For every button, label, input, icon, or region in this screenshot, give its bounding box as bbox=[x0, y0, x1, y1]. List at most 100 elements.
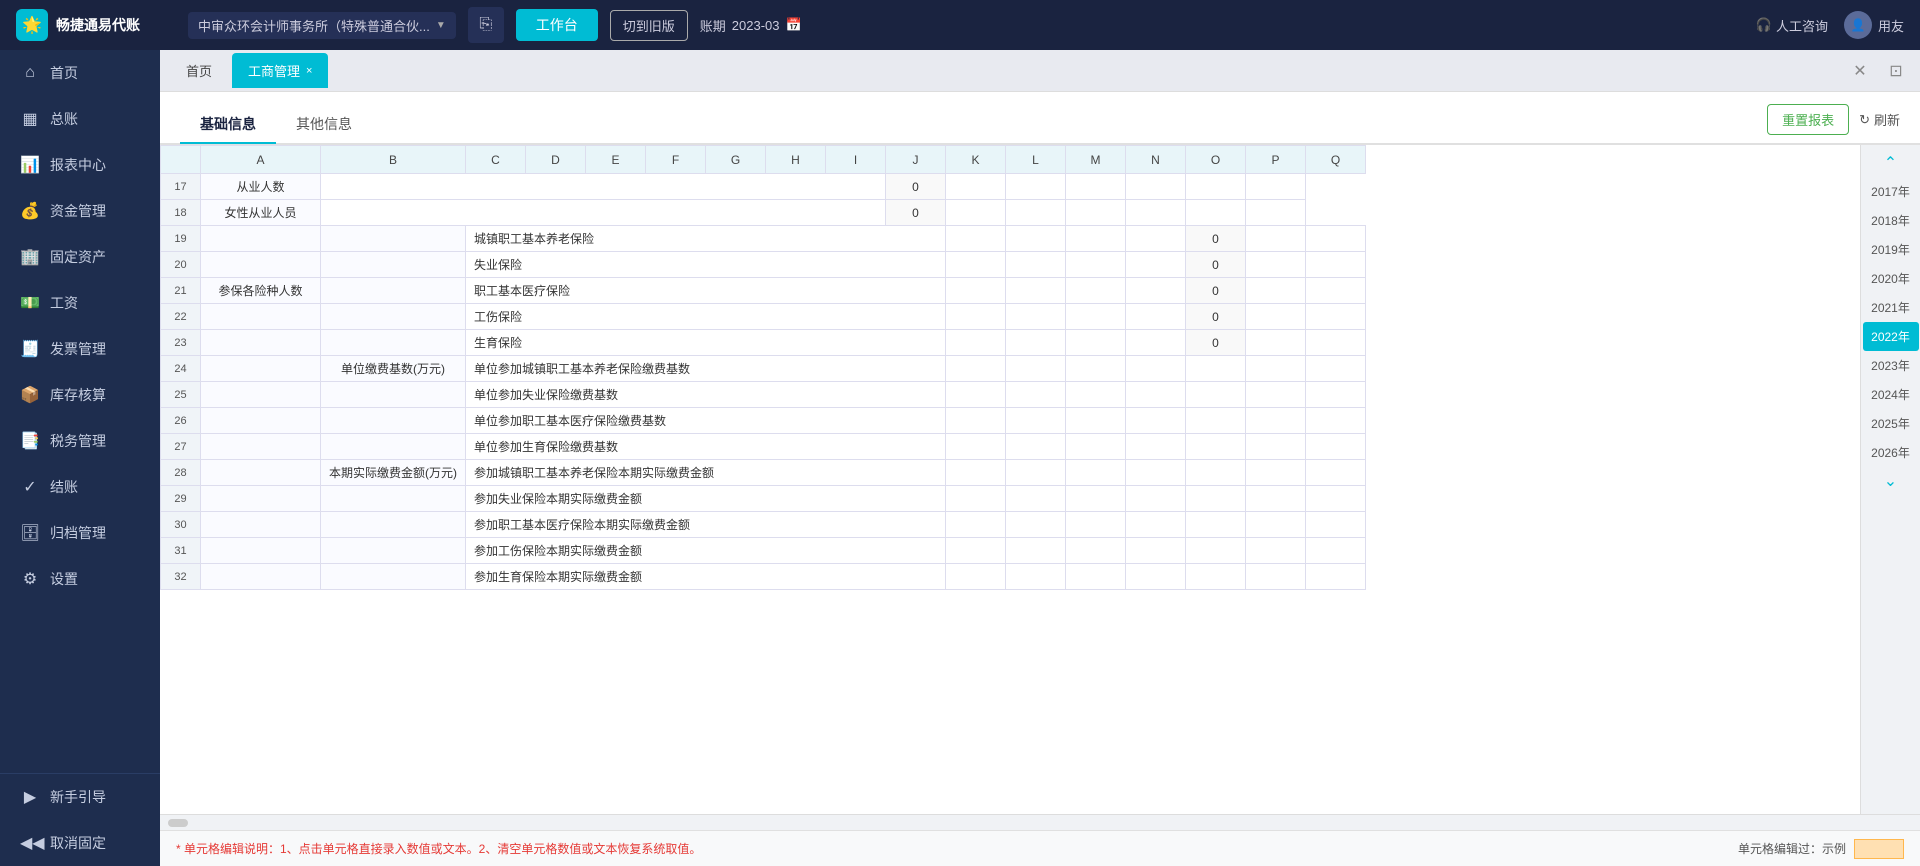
window-expand-icon[interactable]: ⊡ bbox=[1882, 57, 1910, 85]
cell-a[interactable] bbox=[201, 226, 321, 252]
cell-n[interactable] bbox=[1066, 174, 1126, 200]
cell-n[interactable] bbox=[1126, 356, 1186, 382]
cell-c[interactable]: 参加工伤保险本期实际缴费金额 bbox=[466, 538, 946, 564]
cell-m[interactable] bbox=[1066, 564, 1126, 590]
cell-q[interactable] bbox=[1246, 174, 1306, 200]
cell-l[interactable] bbox=[1006, 434, 1066, 460]
sidebar-item-home[interactable]: ⌂ 首页 bbox=[0, 50, 160, 96]
cell-l[interactable] bbox=[1006, 538, 1066, 564]
year-2023[interactable]: 2023年 bbox=[1863, 351, 1919, 380]
cell-l[interactable] bbox=[1006, 564, 1066, 590]
cell-a[interactable] bbox=[201, 538, 321, 564]
cell-b[interactable] bbox=[321, 382, 466, 408]
cell-q[interactable] bbox=[1306, 434, 1366, 460]
cell-k[interactable] bbox=[946, 512, 1006, 538]
year-2026[interactable]: 2026年 bbox=[1863, 438, 1919, 467]
cell-n[interactable] bbox=[1126, 434, 1186, 460]
cell-m[interactable] bbox=[1066, 434, 1126, 460]
sidebar-item-archive[interactable]: 🗄 归档管理 bbox=[0, 510, 160, 556]
cell-n[interactable] bbox=[1126, 512, 1186, 538]
cell-c[interactable] bbox=[321, 174, 886, 200]
cell-m[interactable] bbox=[1066, 252, 1126, 278]
cell-m[interactable] bbox=[1006, 200, 1066, 226]
sidebar-item-tax[interactable]: 📑 税务管理 bbox=[0, 418, 160, 464]
cell-p[interactable] bbox=[1246, 382, 1306, 408]
sidebar-item-settings[interactable]: ⚙ 设置 bbox=[0, 556, 160, 602]
cell-l[interactable] bbox=[1006, 486, 1066, 512]
cell-k[interactable]: 0 bbox=[886, 174, 946, 200]
cell-a[interactable] bbox=[201, 356, 321, 382]
cell-c[interactable]: 参加失业保险本期实际缴费金额 bbox=[466, 486, 946, 512]
cell-o[interactable]: 0 bbox=[1186, 278, 1246, 304]
cell-c[interactable]: 单位参加失业保险缴费基数 bbox=[466, 382, 946, 408]
sub-tab-other[interactable]: 其他信息 bbox=[276, 106, 372, 144]
cell-k[interactable] bbox=[946, 486, 1006, 512]
cell-p[interactable] bbox=[1246, 460, 1306, 486]
cell-k[interactable] bbox=[946, 356, 1006, 382]
cell-a[interactable] bbox=[201, 434, 321, 460]
tab-business[interactable]: 工商管理 × bbox=[232, 53, 328, 88]
cell-l[interactable] bbox=[1006, 252, 1066, 278]
cell-a[interactable]: 参保各险种人数 bbox=[201, 278, 321, 304]
cell-l[interactable] bbox=[1006, 382, 1066, 408]
cell-p[interactable] bbox=[1186, 200, 1246, 226]
cell-a[interactable]: 女性从业人员 bbox=[201, 200, 321, 226]
cell-c[interactable] bbox=[321, 200, 886, 226]
cell-o[interactable]: 0 bbox=[1186, 330, 1246, 356]
cell-k[interactable] bbox=[946, 226, 1006, 252]
cell-c[interactable]: 工伤保险 bbox=[466, 304, 946, 330]
year-2021[interactable]: 2021年 bbox=[1863, 293, 1919, 322]
cell-m[interactable] bbox=[1006, 174, 1066, 200]
cell-l[interactable] bbox=[946, 174, 1006, 200]
cell-p[interactable] bbox=[1246, 538, 1306, 564]
cell-c[interactable]: 单位参加生育保险缴费基数 bbox=[466, 434, 946, 460]
cell-q[interactable] bbox=[1306, 460, 1366, 486]
cell-n[interactable] bbox=[1126, 226, 1186, 252]
cell-q[interactable] bbox=[1306, 226, 1366, 252]
cell-l[interactable] bbox=[1006, 226, 1066, 252]
cell-c[interactable]: 参加城镇职工基本养老保险本期实际缴费金额 bbox=[466, 460, 946, 486]
cell-l[interactable] bbox=[1006, 330, 1066, 356]
cell-o[interactable]: 0 bbox=[1186, 252, 1246, 278]
cell-q[interactable] bbox=[1306, 278, 1366, 304]
old-version-button[interactable]: 切到旧版 bbox=[610, 10, 688, 41]
sidebar-item-unpin[interactable]: ◀◀ 取消固定 bbox=[0, 820, 160, 866]
cell-q[interactable] bbox=[1306, 512, 1366, 538]
sidebar-item-reports[interactable]: 📊 报表中心 bbox=[0, 142, 160, 188]
cell-k[interactable] bbox=[946, 304, 1006, 330]
cell-o[interactable] bbox=[1126, 174, 1186, 200]
cell-o[interactable] bbox=[1126, 200, 1186, 226]
cell-l[interactable] bbox=[1006, 304, 1066, 330]
cell-o[interactable]: 0 bbox=[1186, 304, 1246, 330]
cell-m[interactable] bbox=[1066, 512, 1126, 538]
cell-q[interactable] bbox=[1306, 408, 1366, 434]
cell-k[interactable] bbox=[946, 434, 1006, 460]
cell-o[interactable] bbox=[1186, 486, 1246, 512]
cell-k[interactable] bbox=[946, 278, 1006, 304]
cell-p[interactable] bbox=[1246, 304, 1306, 330]
cell-n[interactable] bbox=[1126, 330, 1186, 356]
sidebar-item-newbie[interactable]: ▶ 新手引导 bbox=[0, 774, 160, 820]
cell-k[interactable] bbox=[946, 538, 1006, 564]
year-nav-down-button[interactable]: ⌄ bbox=[1863, 467, 1919, 495]
year-2018[interactable]: 2018年 bbox=[1863, 206, 1919, 235]
workbench-button[interactable]: 工作台 bbox=[516, 9, 598, 41]
cell-p[interactable] bbox=[1246, 564, 1306, 590]
cell-o[interactable] bbox=[1186, 538, 1246, 564]
cell-k[interactable] bbox=[946, 382, 1006, 408]
cell-n[interactable] bbox=[1126, 304, 1186, 330]
refresh-button[interactable]: ↻ 刷新 bbox=[1859, 110, 1900, 129]
cell-o[interactable] bbox=[1186, 356, 1246, 382]
cell-a[interactable] bbox=[201, 304, 321, 330]
sidebar-item-inventory[interactable]: 📦 库存核算 bbox=[0, 372, 160, 418]
reset-report-button[interactable]: 重置报表 bbox=[1767, 104, 1849, 135]
cell-k[interactable] bbox=[946, 460, 1006, 486]
cell-n[interactable] bbox=[1126, 486, 1186, 512]
cell-p[interactable] bbox=[1246, 408, 1306, 434]
cell-l[interactable] bbox=[1006, 278, 1066, 304]
cell-n[interactable] bbox=[1066, 200, 1126, 226]
cell-c[interactable]: 单位参加城镇职工基本养老保险缴费基数 bbox=[466, 356, 946, 382]
cell-b[interactable] bbox=[321, 304, 466, 330]
cell-a[interactable] bbox=[201, 408, 321, 434]
year-2024[interactable]: 2024年 bbox=[1863, 380, 1919, 409]
